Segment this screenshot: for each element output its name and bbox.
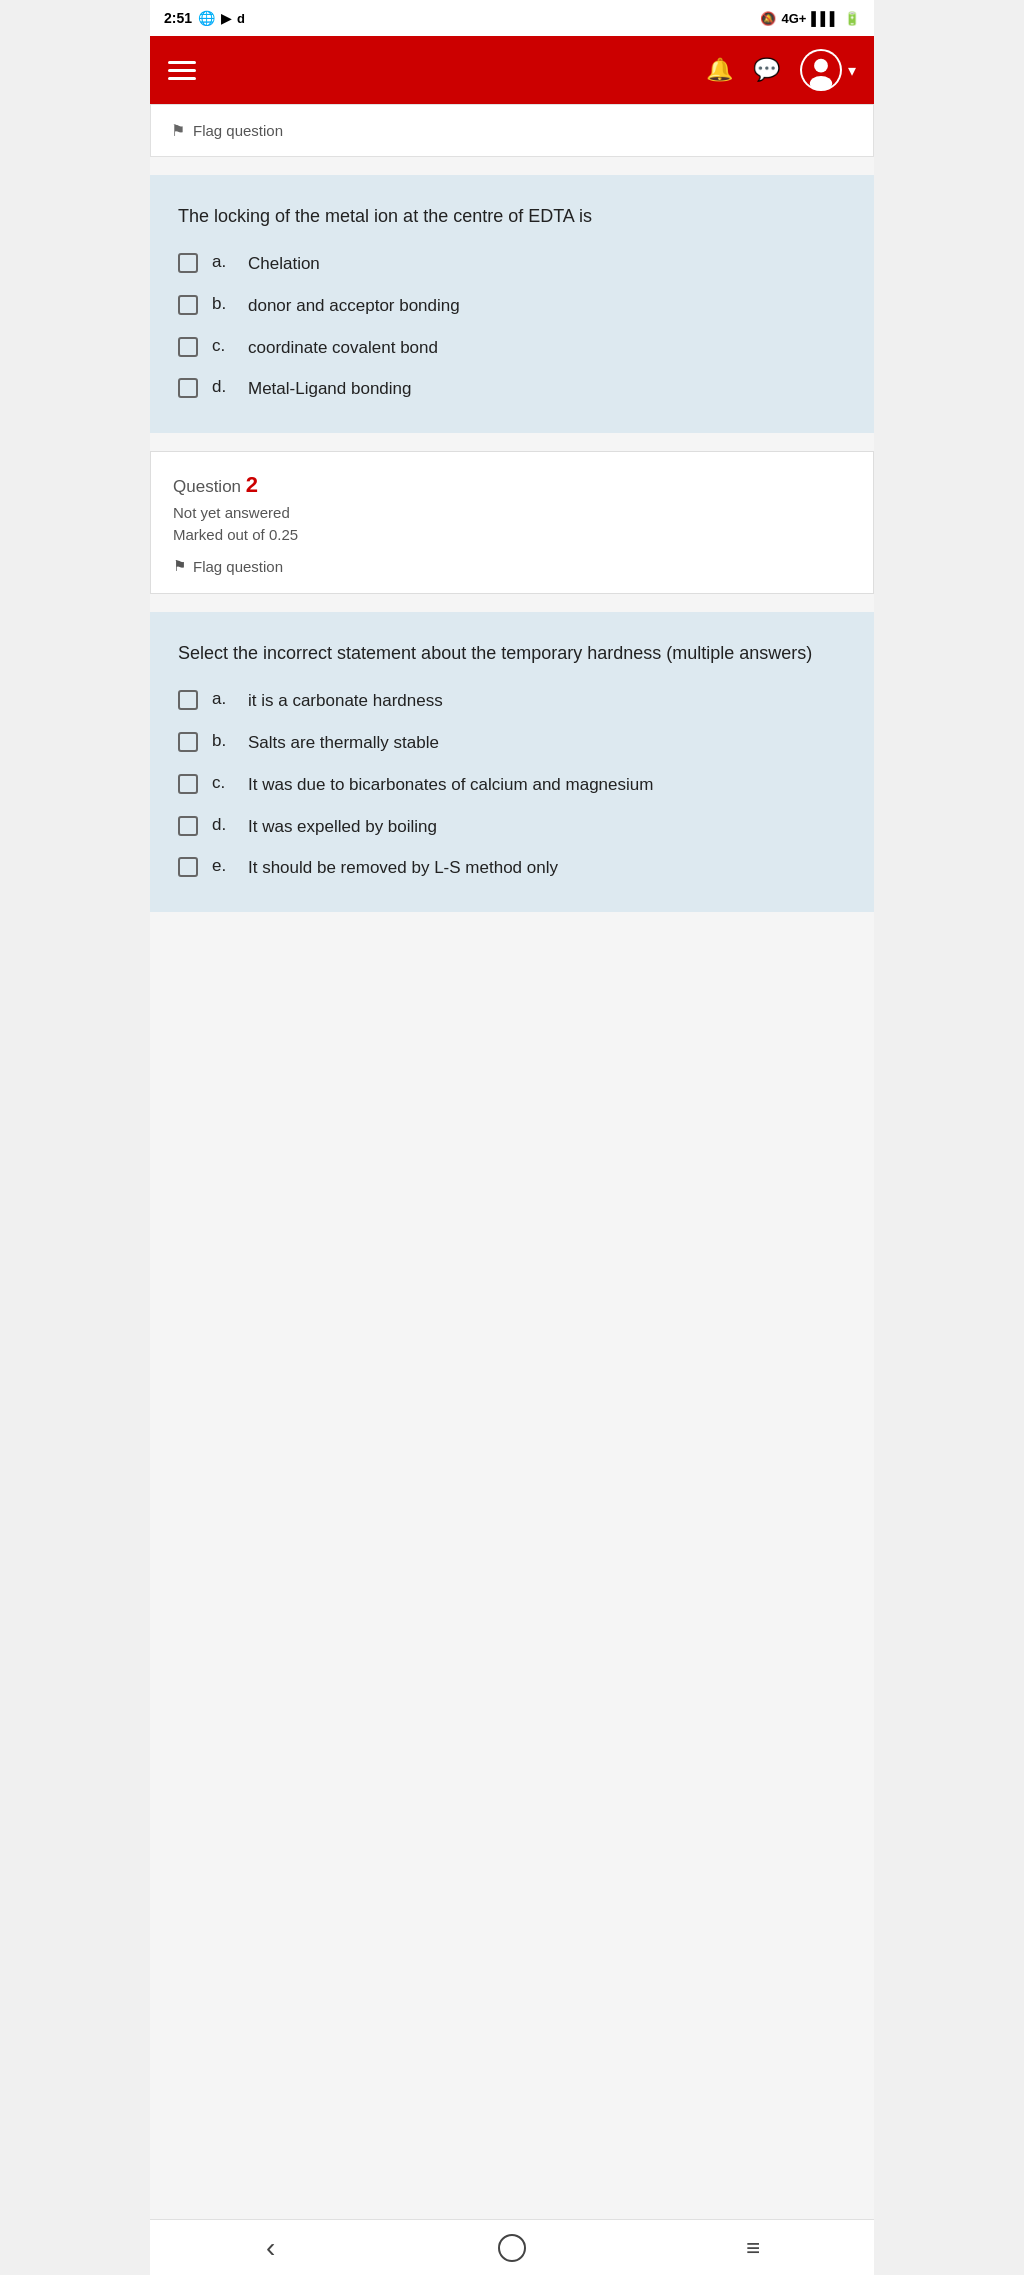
not-answered-2: Not yet answered	[173, 504, 851, 521]
page-content: ⚑ Flag question The locking of the metal…	[150, 104, 874, 2219]
question-2-info-card: Question 2 Not yet answered Marked out o…	[150, 451, 874, 594]
signal-bars-icon: ▌▌▌	[811, 11, 839, 26]
question-1-options: a. Chelation b. donor and acceptor bondi…	[178, 252, 846, 401]
nav-icons: 🔔 💬 ▾	[706, 49, 856, 91]
hamburger-line-2	[168, 69, 196, 72]
checkbox-2e[interactable]	[178, 857, 198, 877]
checkbox-2a[interactable]	[178, 690, 198, 710]
signal-text: 4G+	[781, 11, 806, 26]
nav-bar: 🔔 💬 ▾	[150, 36, 874, 104]
menu-icon: ≡	[746, 2234, 760, 2262]
music-icon: ▶	[221, 11, 231, 26]
checkbox-2d[interactable]	[178, 816, 198, 836]
globe-icon: 🌐	[198, 10, 215, 26]
dropdown-arrow-icon: ▾	[848, 61, 856, 80]
option-label-2b: b.	[212, 731, 234, 751]
hamburger-menu[interactable]	[168, 61, 196, 80]
option-label-1a: a.	[212, 252, 234, 272]
option-label-2e: e.	[212, 856, 234, 876]
option-text-2d: It was expelled by boiling	[248, 815, 437, 839]
option-text-2c: It was due to bicarbonates of calcium an…	[248, 773, 653, 797]
flag-label-2: Flag question	[193, 558, 283, 575]
menu-button[interactable]: ≡	[723, 2228, 783, 2268]
question-1-text: The locking of the metal ion at the cent…	[178, 203, 846, 230]
avatar	[800, 49, 842, 91]
option-1a[interactable]: a. Chelation	[178, 252, 846, 276]
option-text-2e: It should be removed by L-S method only	[248, 856, 558, 880]
question-1-block: The locking of the metal ion at the cent…	[150, 175, 874, 433]
checkbox-1b[interactable]	[178, 295, 198, 315]
flag-bar-1[interactable]: ⚑ Flag question	[150, 104, 874, 157]
hamburger-line-1	[168, 61, 196, 64]
option-text-1a: Chelation	[248, 252, 320, 276]
option-label-1d: d.	[212, 377, 234, 397]
question-2-number-line: Question 2	[173, 472, 851, 498]
question-number-2: 2	[246, 472, 258, 497]
battery-icon: 🔋	[844, 11, 860, 26]
option-label-2a: a.	[212, 689, 234, 709]
status-right: 🔕 4G+ ▌▌▌ 🔋	[760, 11, 860, 26]
bottom-nav: ‹ ≡	[150, 2219, 874, 2275]
option-2c[interactable]: c. It was due to bicarbonates of calcium…	[178, 773, 846, 797]
chat-icon[interactable]: 💬	[753, 57, 780, 83]
option-label-2d: d.	[212, 815, 234, 835]
avatar-svg	[802, 51, 840, 89]
svg-point-1	[814, 59, 828, 73]
checkbox-1c[interactable]	[178, 337, 198, 357]
bell-icon[interactable]: 🔔	[706, 57, 733, 83]
status-left: 2:51 🌐 ▶ d	[164, 10, 245, 26]
question-2-block: Select the incorrect statement about the…	[150, 612, 874, 912]
flag-icon-2: ⚑	[173, 557, 186, 575]
option-2b[interactable]: b. Salts are thermally stable	[178, 731, 846, 755]
option-1c[interactable]: c. coordinate covalent bond	[178, 336, 846, 360]
option-text-1c: coordinate covalent bond	[248, 336, 438, 360]
mute-icon: 🔕	[760, 11, 776, 26]
home-icon	[498, 2234, 526, 2262]
option-1d[interactable]: d. Metal-Ligand bonding	[178, 377, 846, 401]
marked-out-2: Marked out of 0.25	[173, 526, 851, 543]
checkbox-2c[interactable]	[178, 774, 198, 794]
checkbox-2b[interactable]	[178, 732, 198, 752]
option-label-1b: b.	[212, 294, 234, 314]
user-avatar-wrapper[interactable]: ▾	[800, 49, 856, 91]
option-2e[interactable]: e. It should be removed by L-S method on…	[178, 856, 846, 880]
question-2-options: a. it is a carbonate hardness b. Salts a…	[178, 689, 846, 880]
back-button[interactable]: ‹	[241, 2228, 301, 2268]
option-label-2c: c.	[212, 773, 234, 793]
option-2a[interactable]: a. it is a carbonate hardness	[178, 689, 846, 713]
time-display: 2:51	[164, 10, 192, 26]
flag-icon-1: ⚑	[171, 121, 185, 140]
option-text-2b: Salts are thermally stable	[248, 731, 439, 755]
question-label-2: Question	[173, 477, 241, 496]
status-bar: 2:51 🌐 ▶ d 🔕 4G+ ▌▌▌ 🔋	[150, 0, 874, 36]
checkbox-1d[interactable]	[178, 378, 198, 398]
option-text-1d: Metal-Ligand bonding	[248, 377, 412, 401]
flag-question-2[interactable]: ⚑ Flag question	[173, 557, 851, 575]
back-icon: ‹	[266, 2232, 275, 2264]
option-text-1b: donor and acceptor bonding	[248, 294, 460, 318]
option-text-2a: it is a carbonate hardness	[248, 689, 443, 713]
hamburger-line-3	[168, 77, 196, 80]
flag-label-1: Flag question	[193, 122, 283, 139]
checkbox-1a[interactable]	[178, 253, 198, 273]
option-1b[interactable]: b. donor and acceptor bonding	[178, 294, 846, 318]
tiktok-icon: d	[237, 11, 245, 26]
question-2-text: Select the incorrect statement about the…	[178, 640, 846, 667]
option-label-1c: c.	[212, 336, 234, 356]
option-2d[interactable]: d. It was expelled by boiling	[178, 815, 846, 839]
home-button[interactable]	[482, 2228, 542, 2268]
